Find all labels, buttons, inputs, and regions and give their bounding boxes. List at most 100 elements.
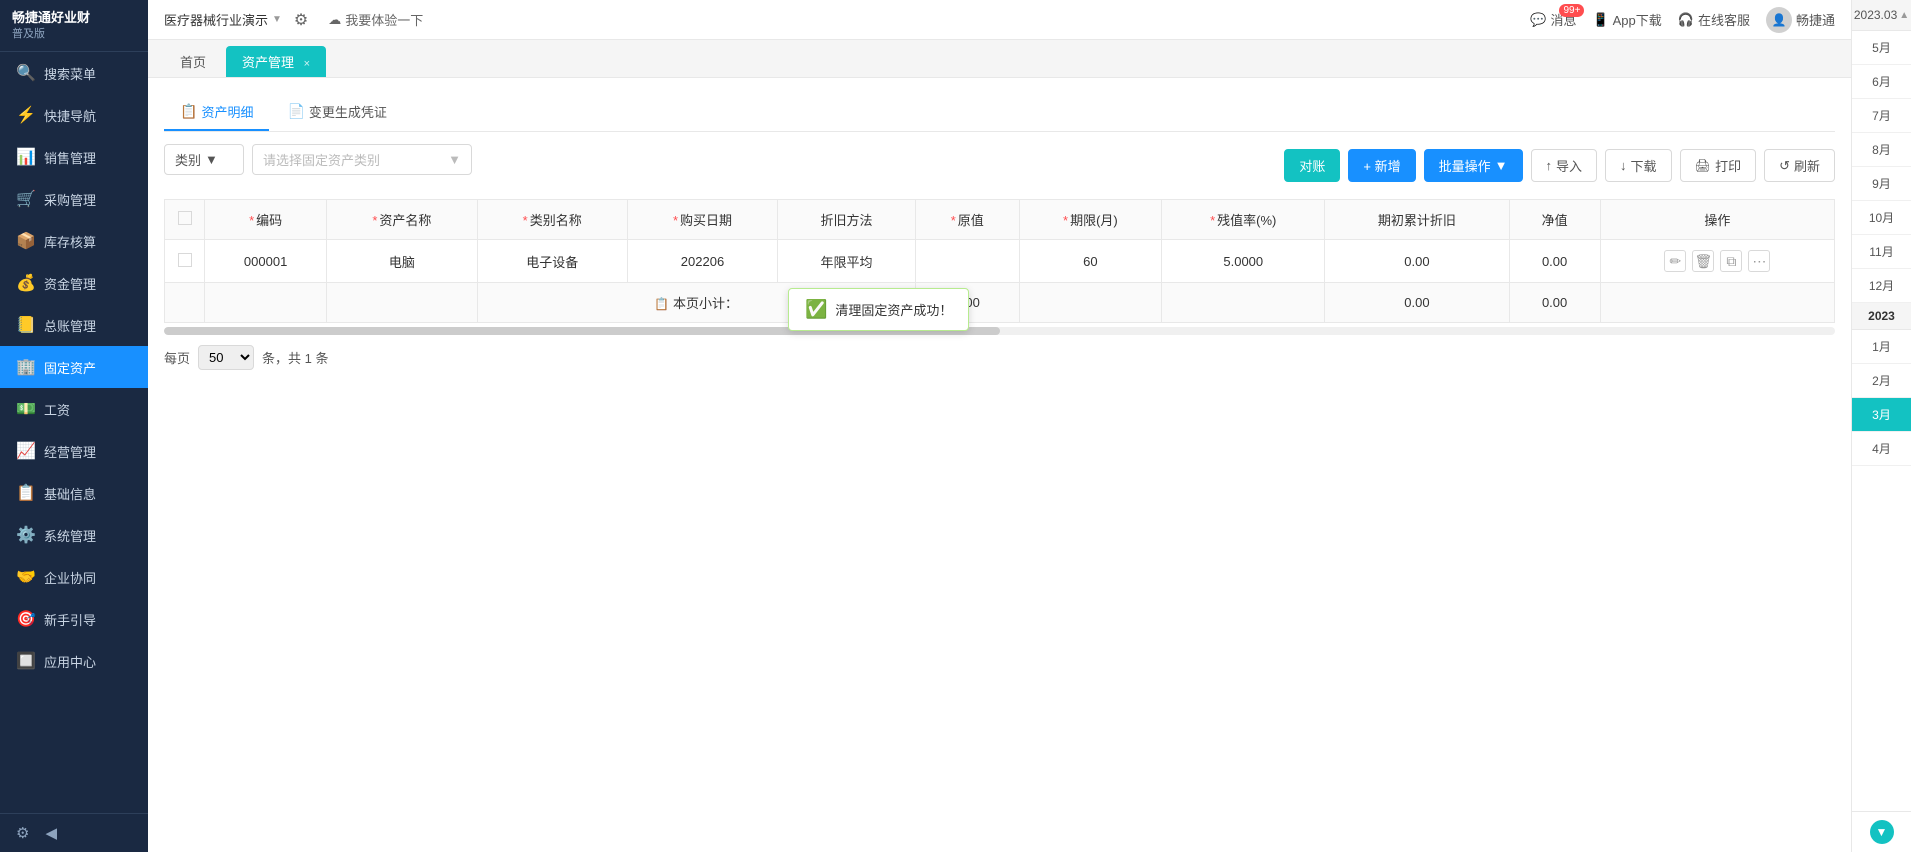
calendar-month-8月[interactable]: 8月: [1852, 133, 1911, 167]
tab-asset-label: 资产管理: [242, 55, 294, 70]
row-net-value: 0.00: [1509, 240, 1600, 283]
calendar-month-1月[interactable]: 1月: [1852, 330, 1911, 364]
sidebar-item-inventory[interactable]: 📦 库存核算: [0, 220, 148, 262]
sidebar-item-purchase[interactable]: 🛒 采购管理: [0, 178, 148, 220]
import-label: 导入: [1556, 156, 1582, 175]
sidebar-item-label-payroll: 工资: [44, 400, 70, 419]
sidebar-item-basic-info[interactable]: 📋 基础信息: [0, 472, 148, 514]
delete-button[interactable]: 🗑: [1692, 250, 1714, 272]
subtotal-empty-code: [205, 283, 327, 323]
category-select[interactable]: 类别 ▼: [164, 144, 244, 175]
sidebar-item-search[interactable]: 🔍 搜索菜单: [0, 52, 148, 94]
avatar: 👤: [1766, 7, 1792, 33]
calendar-month-2月[interactable]: 2月: [1852, 364, 1911, 398]
tab-asset-mgmt[interactable]: 资产管理 ×: [226, 46, 326, 77]
print-icon: 🖨: [1695, 158, 1712, 174]
sidebar-item-funds[interactable]: 💰 资金管理: [0, 262, 148, 304]
download-label: 下载: [1631, 156, 1657, 175]
sidebar-item-payroll[interactable]: 💵 工资: [0, 388, 148, 430]
sidebar-item-system[interactable]: ⚙️ 系统管理: [0, 514, 148, 556]
table-row: 000001 电脑 电子设备 202206 年限平均 60 5.0000 0.0…: [165, 240, 1835, 283]
row-dep-method: 年限平均: [778, 240, 916, 283]
new-item-button[interactable]: + 新增: [1348, 149, 1415, 182]
import-icon: ↑: [1546, 158, 1553, 173]
copy-button[interactable]: ⧉: [1720, 250, 1742, 272]
tab-close-icon[interactable]: ×: [304, 58, 310, 70]
experience-label: 我要体验一下: [345, 10, 423, 29]
download-button[interactable]: ↓ 下载: [1605, 149, 1672, 182]
category-input[interactable]: 请选择固定资产类别 ▼: [252, 144, 472, 175]
subtotal-empty-check: [165, 283, 205, 323]
calendar-month-6月[interactable]: 6月: [1852, 65, 1911, 99]
refresh-button[interactable]: ↺ 刷新: [1764, 149, 1835, 182]
batch-ops-button[interactable]: 批量操作 ▼: [1424, 149, 1523, 182]
calendar-month-10月[interactable]: 10月: [1852, 201, 1911, 235]
quick-nav-icon: ⚡: [16, 105, 36, 125]
change-voucher-label: 变更生成凭证: [309, 102, 387, 121]
sidebar-item-guide[interactable]: 🎯 新手引导: [0, 598, 148, 640]
category-arrow-icon: ▼: [205, 152, 218, 167]
sidebar-item-sales[interactable]: 📊 销售管理: [0, 136, 148, 178]
print-button[interactable]: 🖨 打印: [1680, 149, 1757, 182]
collapse-icon[interactable]: ◀: [45, 824, 57, 842]
row-residual-rate: 5.0000: [1162, 240, 1325, 283]
sidebar-item-enterprise[interactable]: 🤝 企业协同: [0, 556, 148, 598]
calendar-down-btn[interactable]: ▼: [1870, 820, 1894, 844]
row-category: 电子设备: [477, 240, 627, 283]
select-all-checkbox[interactable]: [178, 211, 192, 225]
calendar-header[interactable]: 2023.03 ▲: [1852, 0, 1911, 31]
calendar-month-4月[interactable]: 4月: [1852, 432, 1911, 466]
row-checkbox-cell[interactable]: [165, 240, 205, 283]
app-name: 畅捷通好业财: [12, 10, 136, 27]
asset-detail-label: 资产明细: [201, 102, 253, 121]
row-initial-dep: 0.00: [1325, 240, 1509, 283]
online-service-item[interactable]: 🎧 在线客服: [1678, 10, 1750, 29]
sidebar-item-label-general-ledger: 总账管理: [44, 316, 96, 335]
row-code: 000001: [205, 240, 327, 283]
calendar-month-5月[interactable]: 5月: [1852, 31, 1911, 65]
sub-tab-asset-detail[interactable]: 📋 资产明细: [164, 94, 269, 131]
company-name: 医疗器械行业演示: [164, 10, 268, 29]
sidebar-item-quick-nav[interactable]: ⚡ 快捷导航: [0, 94, 148, 136]
app-download-item[interactable]: 📱 App下载: [1592, 10, 1661, 29]
tab-home[interactable]: 首页: [164, 46, 222, 77]
settings-button[interactable]: ⚙: [290, 6, 312, 34]
app-version: 普及版: [12, 27, 136, 41]
subtotal-row: 📋 本页小计： 0.00 0.00 0.00: [165, 283, 1835, 323]
message-icon: 💬: [1530, 12, 1546, 28]
subtotal-icon: 📋: [654, 297, 669, 311]
funds-icon: 💰: [16, 273, 36, 293]
message-item[interactable]: 💬 消息 99+: [1530, 10, 1576, 29]
settings-icon[interactable]: ⚙: [16, 824, 29, 842]
user-item[interactable]: 👤 畅捷通: [1766, 7, 1835, 33]
calendar-month-9月[interactable]: 9月: [1852, 167, 1911, 201]
calendar-month-12月[interactable]: 12月: [1852, 269, 1911, 303]
calendar-month-7月[interactable]: 7月: [1852, 99, 1911, 133]
edit-button[interactable]: ✏: [1664, 250, 1686, 272]
select-all-header[interactable]: [165, 200, 205, 240]
message-badge: 99+: [1559, 4, 1584, 17]
sidebar-item-operations[interactable]: 📈 经营管理: [0, 430, 148, 472]
category-label: 类别: [175, 150, 201, 169]
per-page-select[interactable]: 50 100 200: [198, 345, 254, 370]
sidebar-item-app-center[interactable]: 🔲 应用中心: [0, 640, 148, 682]
more-button[interactable]: ⋯: [1748, 250, 1770, 272]
col-code: *编码: [205, 200, 327, 240]
category-placeholder: 请选择固定资产类别: [263, 150, 380, 169]
success-message: 清理固定资产成功！: [835, 300, 952, 319]
reconcile-button[interactable]: 对账: [1284, 149, 1340, 182]
experience-button[interactable]: ☁ 我要体验一下: [320, 6, 431, 33]
calendar-month-11月[interactable]: 11月: [1852, 235, 1911, 269]
row-checkbox[interactable]: [178, 253, 192, 267]
row-period: 60: [1019, 240, 1162, 283]
sub-tabs: 📋 资产明细 📄 变更生成凭证: [164, 94, 1835, 132]
table-scrollbar[interactable]: [164, 327, 1835, 335]
company-selector[interactable]: 医疗器械行业演示 ▼: [164, 10, 282, 29]
sidebar-item-fixed-assets[interactable]: 🏢 固定资产: [0, 346, 148, 388]
sidebar-item-general-ledger[interactable]: 📒 总账管理: [0, 304, 148, 346]
calendar-month-3月[interactable]: 3月: [1852, 398, 1911, 432]
download-icon: ↓: [1620, 158, 1627, 173]
inventory-icon: 📦: [16, 231, 36, 251]
sub-tab-change-voucher[interactable]: 📄 变更生成凭证: [271, 94, 402, 131]
import-button[interactable]: ↑ 导入: [1531, 149, 1598, 182]
